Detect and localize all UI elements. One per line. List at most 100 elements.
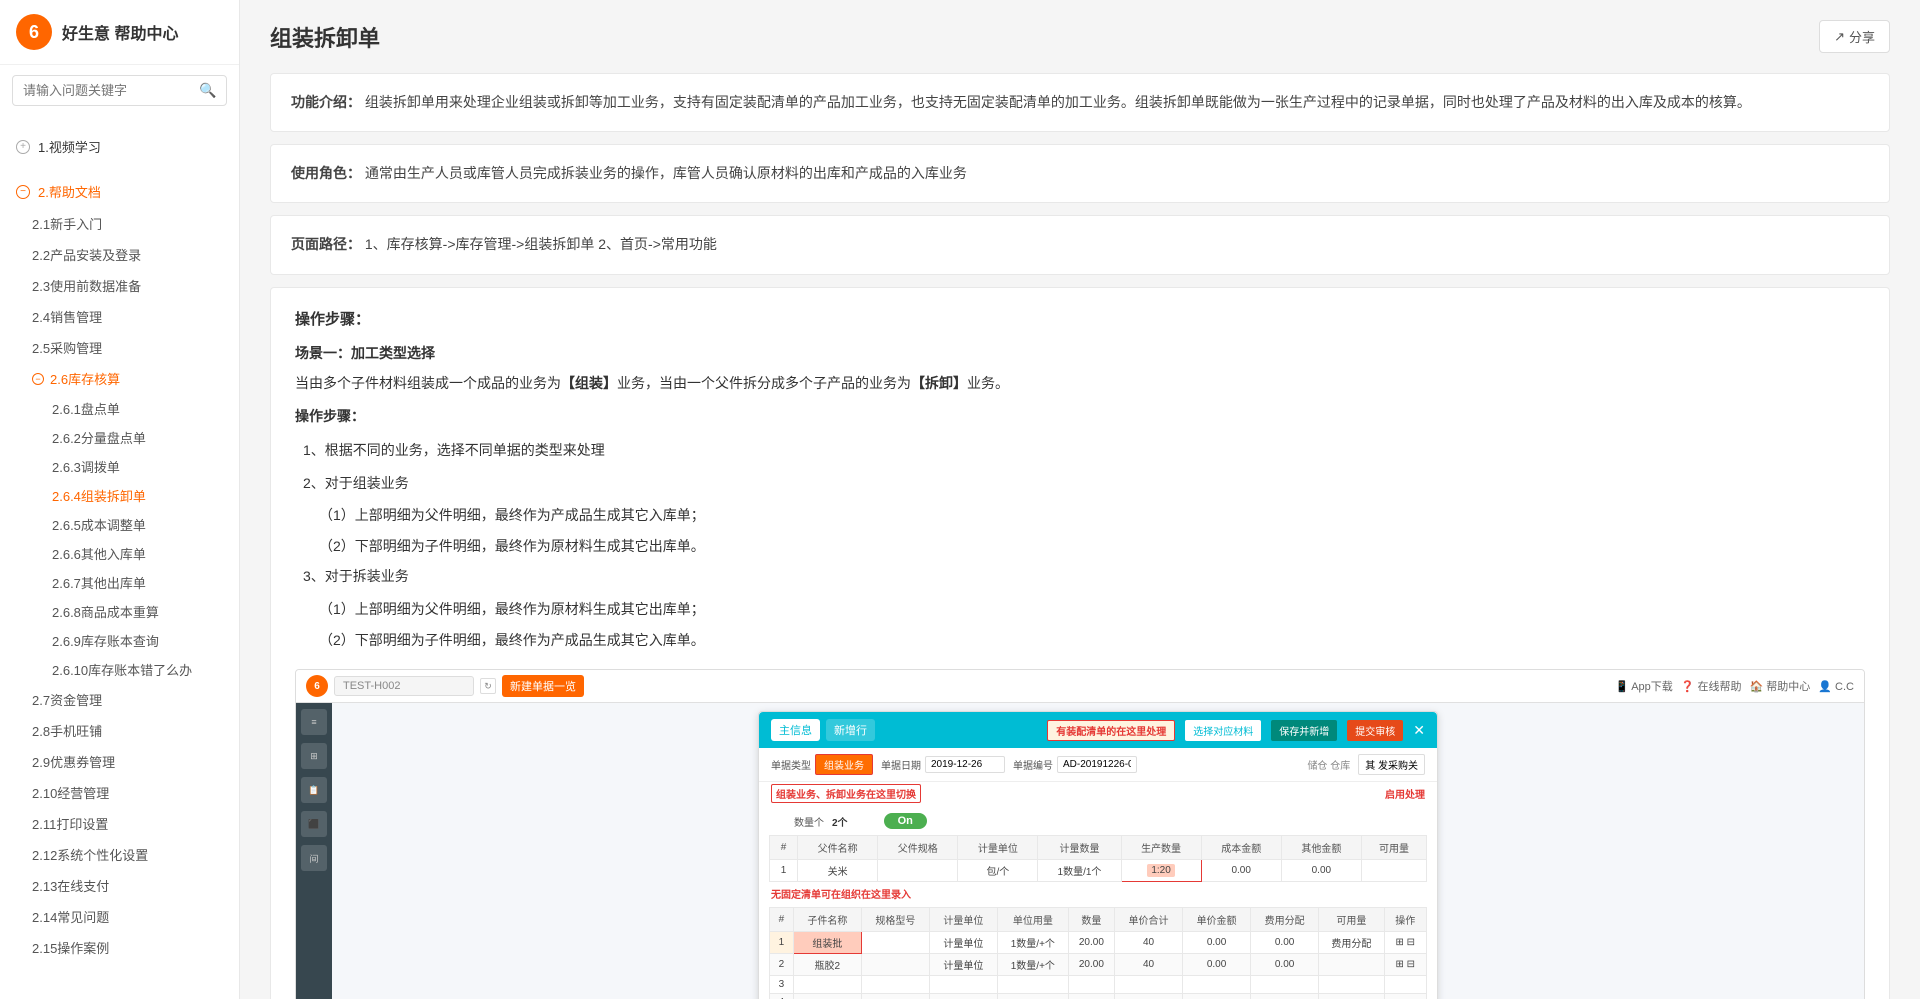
sidebar-sub-label: 2.2产品安装及登录 <box>32 248 141 263</box>
sidebar-item-newbie[interactable]: 2.1新手入门 <box>32 208 239 239</box>
sidebar-item-stock-ledger[interactable]: 2.6.9库存账本查询 <box>52 626 239 655</box>
sidebar-item-stocktake[interactable]: 2.6.1盘点单 <box>52 394 239 423</box>
cell-unit2: 计量单位 <box>929 954 997 976</box>
save-new-btn[interactable]: 保存并新增 <box>1271 720 1337 741</box>
qty-form-value: 2个 <box>832 814 848 829</box>
sidebar-item-cost-adjust[interactable]: 2.6.5成本调整单 <box>52 510 239 539</box>
company-selector: TEST-H002 <box>334 676 474 696</box>
sidebar-sub-label: 2.8手机旺铺 <box>32 724 102 739</box>
cell-unit: 包/个 <box>958 860 1038 882</box>
sidebar-item-payment[interactable]: 2.13在线支付 <box>32 870 239 901</box>
dialog-tab-new-row[interactable]: 新增行 <box>826 719 875 741</box>
mini-nav-icon-4: ⬛ <box>301 811 327 837</box>
cell-child-name: 瓶胶2 <box>793 954 861 976</box>
num-input[interactable] <box>1057 756 1137 773</box>
sidebar-item-purchase[interactable]: 2.5采购管理 <box>32 332 239 363</box>
cell-prod-qty: 1:20 <box>1121 860 1201 882</box>
submit-btn[interactable]: 提交审核 <box>1347 720 1403 741</box>
share-button[interactable]: ↗ 分享 <box>1819 20 1890 53</box>
intro-path-card: 页面路径： 1、库存核算->库存管理->组装拆卸单 2、首页->常用功能 <box>270 215 1890 274</box>
col-price-total: 单价合计 <box>1115 908 1183 932</box>
annotation-has-bom: 有装配清单的在这里处理 <box>1047 720 1175 741</box>
date-field: 单据日期 <box>881 756 1005 773</box>
sidebar-header: 6 好生意 帮助中心 <box>0 0 239 65</box>
cell-parent-name: 关米 <box>798 860 878 882</box>
brand-name: 好生意 帮助中心 <box>62 20 178 44</box>
mini-nav-icon-3: 📋 <box>301 777 327 803</box>
date-label: 单据日期 <box>881 757 921 772</box>
sidebar-item-stock-error[interactable]: 2.6.10库存账本错了么办 <box>52 655 239 684</box>
cell-cost-amt: 0.00 <box>1201 860 1281 882</box>
sidebar-item-help-docs[interactable]: − 2.帮助文档 <box>0 175 239 208</box>
sidebar-item-other-in[interactable]: 2.6.6其他入库单 <box>52 539 239 568</box>
close-icon[interactable]: ✕ <box>1413 722 1425 739</box>
intro-role-card: 使用角色： 通常由生产人员或库管人员完成拆装业务的操作，库管人员确认原材料的出库… <box>270 144 1890 203</box>
col-spec2: 规格型号 <box>861 908 929 932</box>
extra-btn[interactable]: 其 发采购关 <box>1358 754 1425 775</box>
select-material-btn[interactable]: 选择对应材料 <box>1185 720 1261 741</box>
sidebar-item-operations[interactable]: 2.10经营管理 <box>32 777 239 808</box>
sidebar-item-cases[interactable]: 2.15操作案例 <box>32 932 239 963</box>
nav-level3-inventory: 2.6.1盘点单 2.6.2分量盘点单 2.6.3调拨单 2.6.4组装拆卸单 … <box>32 394 239 684</box>
intro-func-card: 功能介绍： 组装拆卸单用来处理企业组装或拆卸等加工业务，支持有固定装配清单的产品… <box>270 73 1890 132</box>
doc-type-label: 单据类型 <box>771 757 811 772</box>
col-other-amt: 其他金额 <box>1281 836 1361 860</box>
ops-title: 操作步骤： <box>295 308 1865 329</box>
table-row: 1 关米 包/个 1数量/1个 1:20 <box>770 860 1427 882</box>
cell-other-amt: 0.00 <box>1281 860 1361 882</box>
app-body: ≡ ⊞ 📋 ⬛ 间 <box>296 703 1864 999</box>
sidebar-item-coupon[interactable]: 2.9优惠券管理 <box>32 746 239 777</box>
sidebar-item-finance[interactable]: 2.7资金管理 <box>32 684 239 715</box>
date-input[interactable] <box>925 756 1005 773</box>
search-box[interactable]: 🔍 <box>12 75 227 106</box>
col-price-amt: 单价金额 <box>1183 908 1251 932</box>
screenshot-container: 6 TEST-H002 ↻ 新建单据一览 📱 App下载 ❓ 在线帮助 🏠 帮助… <box>295 669 1865 999</box>
dialog-header-right: 有装配清单的在这里处理 选择对应材料 保存并新增 提交审核 ✕ <box>1047 720 1425 741</box>
cell-price-total: 40 <box>1115 954 1183 976</box>
cell-child-name: 组装批 <box>793 932 861 954</box>
form-row-main: 数量个 2个 On <box>769 813 1427 829</box>
cell-price-amt: 0.00 <box>1183 932 1251 954</box>
sidebar-item-inventory[interactable]: − 2.6库存核算 <box>32 363 239 394</box>
col-unit: 计量单位 <box>958 836 1038 860</box>
process-annotation: 启用处理 <box>1385 786 1425 801</box>
sidebar-item-assembly[interactable]: 2.6.4组装拆卸单 <box>52 481 239 510</box>
dialog-tab-main[interactable]: 主信息 <box>771 719 820 741</box>
online-help-link: ❓ 在线帮助 <box>1681 678 1742 694</box>
sidebar-item-data-prep[interactable]: 2.3使用前数据准备 <box>32 270 239 301</box>
col-parent-spec: 父件规格 <box>878 836 958 860</box>
col-avail: 可用量 <box>1361 836 1426 860</box>
expand-icon: + <box>16 140 30 154</box>
toolbar-extra: 储仓 仓库 <box>1307 757 1350 772</box>
sidebar-item-cost-recalc[interactable]: 2.6.8商品成本重算 <box>52 597 239 626</box>
new-order-btn[interactable]: 新建单据一览 <box>502 675 584 697</box>
cell-spec2 <box>861 954 929 976</box>
status-badge: On <box>884 813 927 829</box>
sidebar-sub-label: 2.3使用前数据准备 <box>32 279 141 294</box>
sidebar-item-customize[interactable]: 2.12系统个性化设置 <box>32 839 239 870</box>
sidebar-item-partial-stocktake[interactable]: 2.6.2分量盘点单 <box>52 423 239 452</box>
sidebar-label: 1.视频学习 <box>38 137 101 156</box>
sidebar-sub-label: 2.10经营管理 <box>32 786 109 801</box>
lower-table: # 子件名称 规格型号 计量单位 单位用量 数量 单价合计 单价 <box>769 907 1427 999</box>
sidebar-item-print[interactable]: 2.11打印设置 <box>32 808 239 839</box>
cell-ops: ⊞ ⊟ <box>1384 954 1426 976</box>
sidebar-item-other-out[interactable]: 2.6.7其他出库单 <box>52 568 239 597</box>
sidebar-item-transfer[interactable]: 2.6.3调拨单 <box>52 452 239 481</box>
ops-section: 操作步骤： 场景一：加工类型选择 当由多个子件材料组装成一个成品的业务为【组装】… <box>270 287 1890 999</box>
sidebar-item-sales[interactable]: 2.4销售管理 <box>32 301 239 332</box>
cell-ops: ⊞ ⊟ <box>1384 932 1426 954</box>
cell-price-total: 40 <box>1115 932 1183 954</box>
sidebar-item-install[interactable]: 2.2产品安装及登录 <box>32 239 239 270</box>
col-unit2: 计量单位 <box>929 908 997 932</box>
sidebar-item-video-learning[interactable]: + 1.视频学习 <box>0 130 239 163</box>
sidebar-sub-label: 2.12系统个性化设置 <box>32 848 148 863</box>
page-header: 组装拆卸单 ↗ 分享 <box>270 20 1890 53</box>
search-input[interactable] <box>23 83 199 98</box>
doc-type-value[interactable]: 组装业务 <box>815 754 873 775</box>
step3-sub2: （2）下部明细为子件明细，最终作为产成品生成其它入库单。 <box>295 627 1865 654</box>
sidebar-item-faq[interactable]: 2.14常见问题 <box>32 901 239 932</box>
nav-section-video: + 1.视频学习 <box>0 124 239 169</box>
dialog-wrapper: 主信息 新增行 有装配清单的在这里处理 选择对应材料 保存并新增 提交审核 ✕ <box>340 711 1856 999</box>
sidebar-item-mobile[interactable]: 2.8手机旺铺 <box>32 715 239 746</box>
